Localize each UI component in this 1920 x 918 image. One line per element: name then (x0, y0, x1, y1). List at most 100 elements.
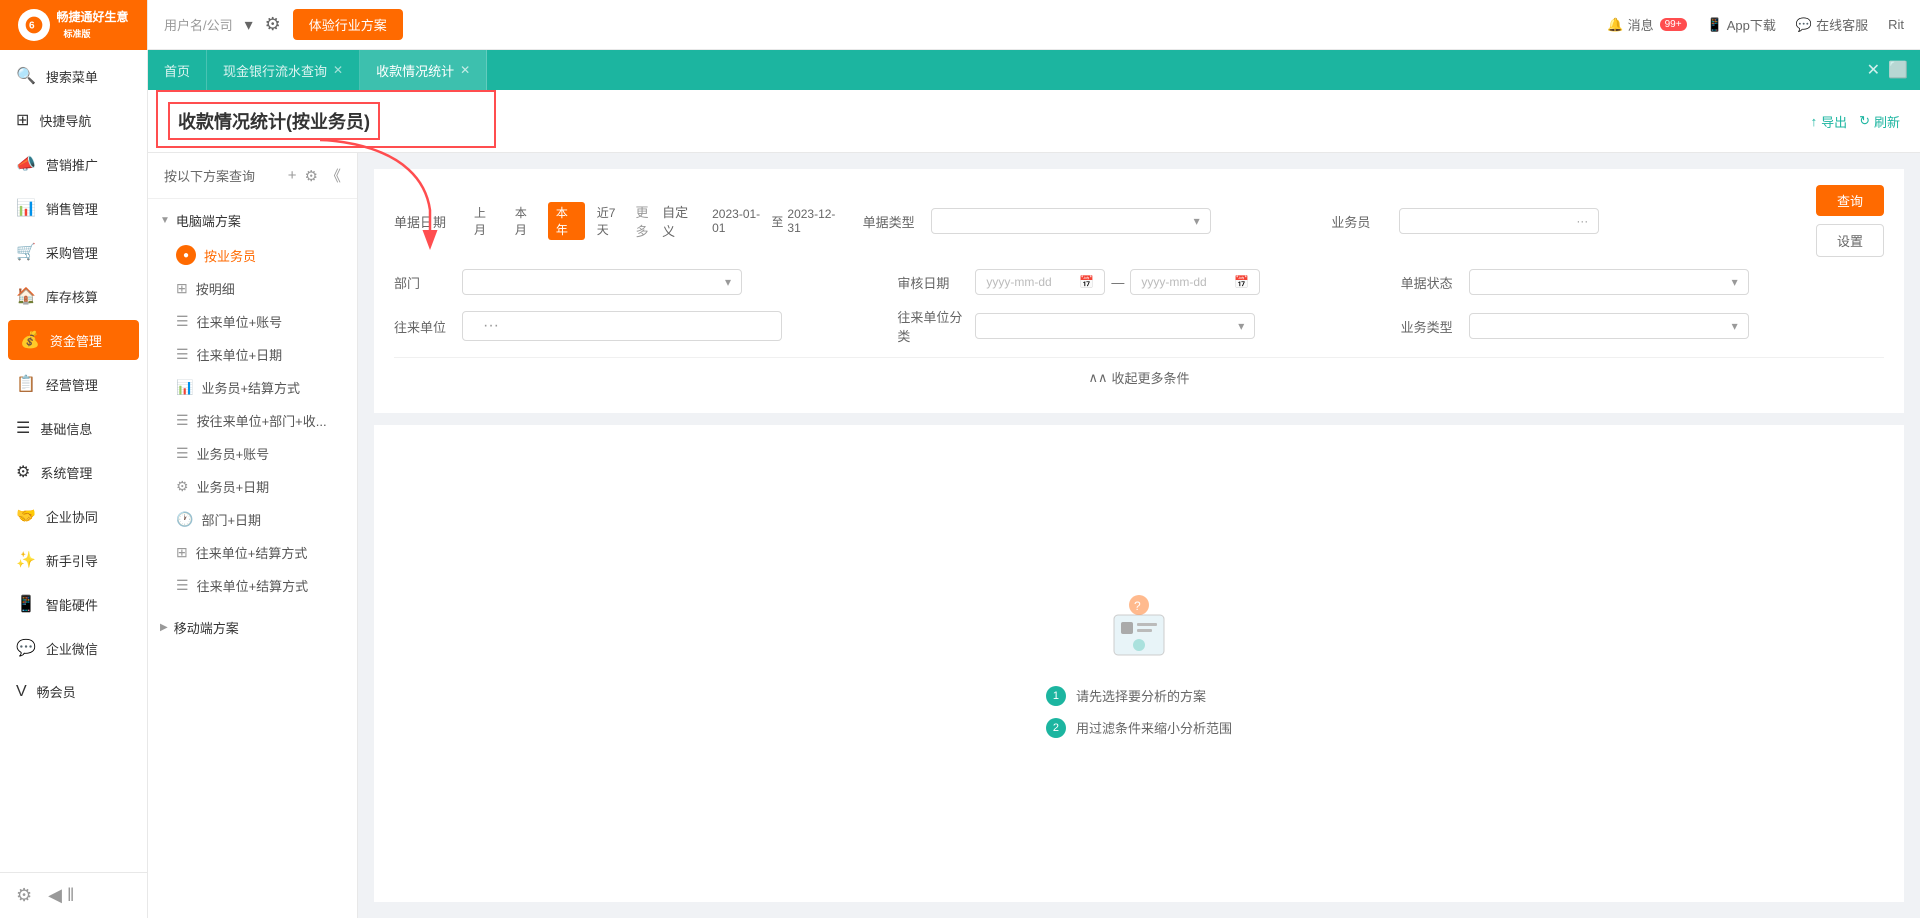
sidebar-item-quick-nav[interactable]: ⊞ 快捷导航 (0, 98, 147, 142)
salesperson-label: 业务员 (1331, 212, 1391, 231)
mobile-group-header[interactable]: ▶ 移动端方案 (148, 610, 357, 645)
sidebar-item-basic[interactable]: ☰ 基础信息 (0, 406, 147, 450)
maximize-icon[interactable]: ⬜ (1888, 60, 1908, 80)
sidebar-item-enterprise[interactable]: 🤝 企业协同 (0, 494, 147, 538)
tab-bank-flow[interactable]: 现金银行流水查询 ✕ (207, 50, 360, 90)
biz-type-select[interactable]: ▾ (1469, 313, 1749, 339)
sidebar-item-label: 销售管理 (46, 199, 98, 218)
dept-select[interactable]: ▾ (462, 269, 742, 295)
sidebar-item-hardware[interactable]: 📱 智能硬件 (0, 582, 147, 626)
doc-type-select[interactable]: ▾ (931, 208, 1211, 234)
sidebar-item-system[interactable]: ⚙ 系统管理 (0, 450, 147, 494)
scheme-item-partner-settle1[interactable]: ⊞ 往来单位+结算方式 (148, 536, 357, 569)
audit-date-start-input[interactable]: yyyy-mm-dd 📅 (975, 269, 1105, 295)
partner-category-select[interactable]: ▾ (975, 313, 1255, 339)
date-shortcuts: 上月 本月 本年 近7天 更多 自定义 (466, 202, 696, 240)
bank-flow-label: 现金银行流水查询 (223, 61, 327, 80)
detail-icon: ⊞ (176, 280, 188, 297)
sidebar-item-wechat[interactable]: 💬 企业微信 (0, 626, 147, 670)
salesperson-date-icon: ⚙ (176, 478, 189, 495)
dropdown-icon[interactable]: ▾ (245, 15, 253, 35)
scheme-item-salesperson-settle[interactable]: 📊 业务员+结算方式 (148, 371, 357, 404)
shortcut-last-month[interactable]: 上月 (466, 202, 503, 240)
mobile-arrow-icon: ▶ (160, 622, 168, 633)
bottom-collapse-icon[interactable]: ◀ ‖ (48, 885, 74, 906)
scheme-item-partner-account[interactable]: ☰ 往来单位+账号 (148, 305, 357, 338)
scheme-item-label: 部门+日期 (201, 510, 261, 529)
settings-button[interactable]: 设置 (1816, 224, 1884, 257)
desktop-group-header[interactable]: ▼ 电脑端方案 (148, 203, 357, 238)
tab-home[interactable]: 首页 (148, 50, 207, 90)
app-download-icon: 📱 (1707, 17, 1723, 33)
sales-icon: 📊 (16, 198, 36, 218)
sidebar-item-search-menu[interactable]: 🔍 搜索菜单 (0, 54, 147, 98)
collapse-label: 收起更多条件 (1112, 368, 1190, 387)
partner-select[interactable]: ··· (462, 311, 782, 341)
salesperson-select[interactable]: ··· (1399, 208, 1599, 234)
sidebar-item-label: 畅会员 (37, 682, 76, 701)
scheme-item-partner-settle2[interactable]: ☰ 往来单位+结算方式 (148, 569, 357, 602)
scheme-item-partner-dept-collect[interactable]: ☰ 按往来单位+部门+收... (148, 404, 357, 437)
tab-collection[interactable]: 收款情况统计 ✕ (360, 50, 487, 90)
online-service-item[interactable]: 💬 在线客服 (1796, 15, 1868, 34)
bank-flow-close-icon[interactable]: ✕ (333, 63, 343, 77)
collection-close-icon[interactable]: ✕ (460, 63, 470, 77)
partner-date-icon: ☰ (176, 346, 189, 363)
notification-item[interactable]: 🔔 消息 99+ (1607, 15, 1686, 34)
shortcut-this-year[interactable]: 本年 (548, 202, 585, 240)
sidebar-item-marketing[interactable]: 📣 营销推广 (0, 142, 147, 186)
scheme-item-label: 按往来单位+部门+收... (197, 411, 327, 430)
filter-row-2: 部门 ▾ 审核日期 yyyy-mm-dd 📅 (394, 269, 1884, 295)
edition-badge: 标准版 (60, 28, 93, 40)
shortcut-more[interactable]: 更多 (636, 202, 659, 240)
query-button[interactable]: 查询 (1816, 185, 1884, 216)
page-content: 收款情况统计(按业务员) ↑ 导出 ↻ 刷新 按以下方案查询 + (148, 90, 1920, 918)
doc-status-select[interactable]: ▾ (1469, 269, 1749, 295)
sidebar-item-finance[interactable]: 💰 资金管理 (8, 320, 139, 360)
sidebar-item-vip[interactable]: V 畅会员 (0, 670, 147, 713)
scheme-item-partner-date[interactable]: ☰ 往来单位+日期 (148, 338, 357, 371)
audit-date-end-input[interactable]: yyyy-mm-dd 📅 (1130, 269, 1260, 295)
collapse-panel-icon[interactable]: 《 (326, 165, 341, 186)
left-panel-title: 按以下方案查询 (164, 166, 255, 185)
sidebar-item-label: 库存核算 (46, 287, 98, 306)
tab-actions: ✕ ⬜ (1855, 60, 1920, 80)
header-gear-icon[interactable]: ⚙ (265, 14, 281, 35)
app-download-item[interactable]: 📱 App下载 (1707, 15, 1776, 34)
sidebar-item-label: 营销推广 (46, 155, 98, 174)
step-2-text: 用过滤条件来缩小分析范围 (1076, 718, 1232, 737)
partner-filter-group: 往来单位 ··· (394, 311, 877, 341)
scheme-item-salesperson-date[interactable]: ⚙ 业务员+日期 (148, 470, 357, 503)
refresh-button[interactable]: ↻ 刷新 (1859, 112, 1900, 131)
solution-button[interactable]: 体验行业方案 (293, 9, 403, 40)
doc-type-dropdown-icon: ▾ (1194, 214, 1200, 228)
page-actions: ↑ 导出 ↻ 刷新 (1811, 112, 1900, 131)
shortcut-this-month[interactable]: 本月 (507, 202, 544, 240)
sidebar-item-purchase[interactable]: 🛒 采购管理 (0, 230, 147, 274)
scheme-item-salesperson-account[interactable]: ☰ 业务员+账号 (148, 437, 357, 470)
partner-dots-icon: ··· (483, 317, 499, 335)
scheme-item-label: 业务员+结算方式 (201, 378, 300, 397)
close-all-icon[interactable]: ✕ (1867, 60, 1880, 80)
scheme-item-label: 往来单位+结算方式 (197, 576, 309, 595)
scheme-item-dept-date[interactable]: 🕐 部门+日期 (148, 503, 357, 536)
shortcut-custom[interactable]: 自定义 (662, 202, 696, 240)
sidebar-item-operation[interactable]: 📋 经营管理 (0, 362, 147, 406)
shortcut-last7[interactable]: 近7天 (589, 202, 632, 240)
empty-step-1: 1 请先选择要分析的方案 (1046, 686, 1232, 706)
sidebar-item-guide[interactable]: ✨ 新手引导 (0, 538, 147, 582)
scheme-settings-icon[interactable]: ⚙ (305, 167, 318, 185)
user-name-item[interactable]: Rit (1888, 17, 1904, 32)
partner-category-filter-group: 往来单位分类 ▾ (897, 307, 1380, 345)
wechat-icon: 💬 (16, 638, 36, 658)
sidebar-item-inventory[interactable]: 🏠 库存核算 (0, 274, 147, 318)
scheme-item-by-detail[interactable]: ⊞ 按明细 (148, 272, 357, 305)
sidebar-item-label: 企业微信 (46, 639, 98, 658)
scheme-item-by-salesperson[interactable]: ● 按业务员 (148, 238, 357, 272)
guide-icon: ✨ (16, 550, 36, 570)
collapse-button[interactable]: ∧∧ 收起更多条件 (394, 357, 1884, 397)
bottom-settings-icon[interactable]: ⚙ (16, 885, 32, 906)
sidebar-item-sales[interactable]: 📊 销售管理 (0, 186, 147, 230)
export-button[interactable]: ↑ 导出 (1811, 112, 1848, 131)
add-scheme-icon[interactable]: + (288, 167, 297, 184)
